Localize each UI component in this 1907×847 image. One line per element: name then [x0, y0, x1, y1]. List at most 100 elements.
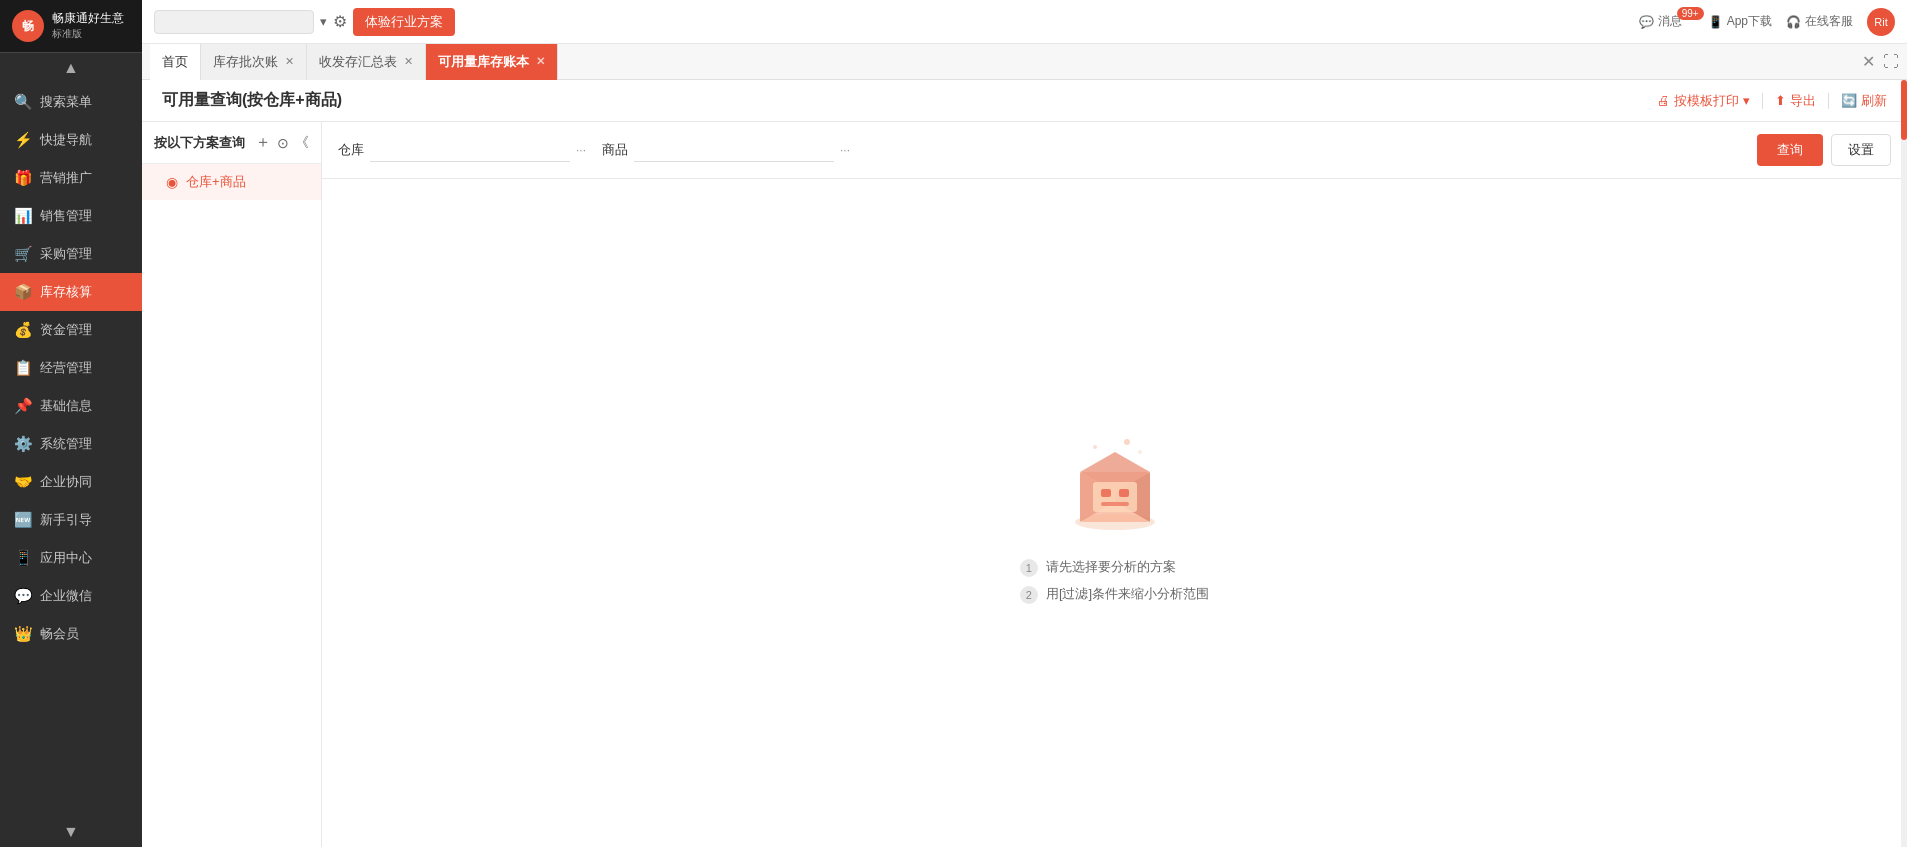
hint-num-2: 2: [1020, 586, 1038, 604]
tab-available[interactable]: 可用量库存账本 ✕: [426, 44, 558, 80]
brand-sub: 标准版: [52, 27, 124, 41]
filter-settings-btn[interactable]: ⊙: [277, 135, 289, 151]
print-label: 按模板打印: [1674, 92, 1739, 110]
service-label: 在线客服: [1805, 13, 1853, 30]
header-search-input[interactable]: [154, 10, 314, 34]
filter-add-btn[interactable]: ＋: [255, 132, 271, 153]
right-scrollbar[interactable]: [1901, 80, 1907, 847]
header-message-btn[interactable]: 💬 消息 99+: [1639, 13, 1694, 30]
warehouse-input[interactable]: [370, 138, 570, 162]
filter-item-warehouse-goods[interactable]: ◉ 仓库+商品: [142, 164, 321, 200]
sidebar-nav: 🔍搜索菜单⚡快捷导航🎁营销推广📊销售管理🛒采购管理📦库存核算💰资金管理 📋 经营管理…: [0, 83, 142, 817]
filter-panel-header: 按以下方案查询 ＋ ⊙ 《: [142, 122, 321, 164]
marketing-icon: 🎁: [14, 169, 32, 187]
header-service-btn[interactable]: 🎧 在线客服: [1786, 13, 1853, 30]
svg-rect-8: [1101, 502, 1129, 506]
filter-panel: 按以下方案查询 ＋ ⊙ 《 ◉ 仓库+商品: [142, 122, 322, 847]
sidebar-item-operation[interactable]: 📋 经营管理: [0, 349, 142, 387]
svg-rect-7: [1119, 489, 1129, 497]
app-icon: 📱: [1708, 15, 1723, 29]
sidebar-item-guide[interactable]: 🆕新手引导: [0, 501, 142, 539]
hint-text-1: 请先选择要分析的方案: [1046, 558, 1176, 576]
tab-home-label: 首页: [162, 53, 188, 71]
query-settings-btn[interactable]: 设置: [1831, 134, 1891, 166]
tab-home[interactable]: 首页: [150, 44, 201, 80]
sidebar-item-label: 应用中心: [40, 549, 92, 567]
header-dropdown-btn[interactable]: ▾: [320, 14, 327, 29]
sidebar-item-label: 企业协同: [40, 473, 92, 491]
header-gear-btn[interactable]: ⚙: [333, 12, 347, 31]
content-area: 按以下方案查询 ＋ ⊙ 《 ◉ 仓库+商品 仓库 ··· 商品: [142, 122, 1907, 847]
page-title: 可用量查询(按仓库+商品): [162, 90, 342, 111]
finance-icon: 💰: [14, 321, 32, 339]
sales-icon: 📊: [14, 207, 32, 225]
tab-summary-close[interactable]: ✕: [404, 55, 413, 68]
tab-available-close[interactable]: ✕: [536, 55, 545, 68]
headset-icon: 🎧: [1786, 15, 1801, 29]
sidebar-logo: 畅: [12, 10, 44, 42]
sidebar-item-system[interactable]: ⚙️ 系统管理: [0, 425, 142, 463]
tab-batch-label: 库存批次账: [213, 53, 278, 71]
sidebar-scroll-up[interactable]: ▲: [0, 53, 142, 83]
sidebar-item-purchase[interactable]: 🛒采购管理: [0, 235, 142, 273]
tab-summary[interactable]: 收发存汇总表 ✕: [307, 44, 426, 80]
sidebar-item-app[interactable]: 📱应用中心: [0, 539, 142, 577]
message-badge: 99+: [1677, 7, 1704, 20]
export-btn[interactable]: ⬆ 导出: [1775, 92, 1816, 110]
shortcut-icon: ⚡: [14, 131, 32, 149]
svg-point-11: [1093, 445, 1097, 449]
main-area: ▾ ⚙ 体验行业方案 💬 消息 99+ 📱 App下载 🎧 在线客服 Rit: [142, 0, 1907, 847]
sidebar-item-sales[interactable]: 📊销售管理: [0, 197, 142, 235]
goods-label: 商品: [602, 141, 628, 159]
header-search-area: ▾ ⚙ 体验行业方案: [154, 8, 1631, 36]
sidebar-item-finance[interactable]: 💰资金管理: [0, 311, 142, 349]
goods-input[interactable]: [634, 138, 834, 162]
print-template-btn[interactable]: 🖨 按模板打印 ▾: [1657, 92, 1750, 110]
search-icon: 🔍: [14, 93, 32, 111]
sidebar-item-label: 系统管理: [40, 435, 92, 453]
svg-point-10: [1138, 450, 1142, 454]
query-submit-btn[interactable]: 查询: [1757, 134, 1823, 166]
header-app-download[interactable]: 📱 App下载: [1708, 13, 1772, 30]
sidebar-item-corp[interactable]: 🤝企业协同: [0, 463, 142, 501]
tab-batch[interactable]: 库存批次账 ✕: [201, 44, 307, 80]
print-dropdown-icon: ▾: [1743, 93, 1750, 108]
sidebar-item-marketing[interactable]: 🎁营销推广: [0, 159, 142, 197]
refresh-icon: 🔄: [1841, 93, 1857, 108]
sidebar-item-label: 企业微信: [40, 587, 92, 605]
scheme-icon: ◉: [166, 174, 178, 190]
printer-icon: 🖨: [1657, 93, 1670, 108]
tab-maximize-btn[interactable]: ⛶: [1883, 53, 1899, 71]
warehouse-more-btn[interactable]: ···: [576, 143, 586, 157]
system-icon: ⚙️: [14, 435, 32, 453]
tab-batch-close[interactable]: ✕: [285, 55, 294, 68]
sidebar-item-label: 新手引导: [40, 511, 92, 529]
top-header: ▾ ⚙ 体验行业方案 💬 消息 99+ 📱 App下载 🎧 在线客服 Rit: [142, 0, 1907, 44]
svg-rect-6: [1101, 489, 1111, 497]
tab-close-window-btn[interactable]: ✕: [1862, 52, 1875, 71]
sidebar-item-shortcut[interactable]: ⚡快捷导航: [0, 121, 142, 159]
sidebar-item-basic[interactable]: 📌基础信息: [0, 387, 142, 425]
goods-more-btn[interactable]: ···: [840, 143, 850, 157]
sidebar-scroll-down[interactable]: ▼: [0, 817, 142, 847]
filter-panel-title: 按以下方案查询: [154, 134, 249, 152]
sidebar-item-inventory[interactable]: 📦库存核算: [0, 273, 142, 311]
operation-icon: 📋: [14, 359, 32, 377]
sidebar-item-label: 经营管理: [40, 359, 92, 377]
filter-collapse-btn[interactable]: 《: [295, 134, 309, 152]
sidebar: 畅 畅康通好生意 标准版 ▲ 🔍搜索菜单⚡快捷导航🎁营销推广📊销售管理🛒采购管理…: [0, 0, 142, 847]
header-trial-btn[interactable]: 体验行业方案: [353, 8, 455, 36]
sidebar-brand: 畅康通好生意 标准版: [52, 11, 124, 41]
sidebar-item-wechat[interactable]: 💬企业微信: [0, 577, 142, 615]
header-right: 💬 消息 99+ 📱 App下载 🎧 在线客服 Rit: [1639, 8, 1895, 36]
sidebar-item-search[interactable]: 🔍搜索菜单: [0, 83, 142, 121]
empty-hint-1: 1 请先选择要分析的方案: [1020, 558, 1209, 577]
sidebar-header: 畅 畅康通好生意 标准版: [0, 0, 142, 53]
sidebar-item-member[interactable]: 👑畅会员: [0, 615, 142, 653]
warehouse-label: 仓库: [338, 141, 364, 159]
refresh-label: 刷新: [1861, 92, 1887, 110]
warehouse-condition: 仓库 ···: [338, 138, 586, 162]
refresh-btn[interactable]: 🔄 刷新: [1841, 92, 1887, 110]
user-avatar[interactable]: Rit: [1867, 8, 1895, 36]
tab-summary-label: 收发存汇总表: [319, 53, 397, 71]
